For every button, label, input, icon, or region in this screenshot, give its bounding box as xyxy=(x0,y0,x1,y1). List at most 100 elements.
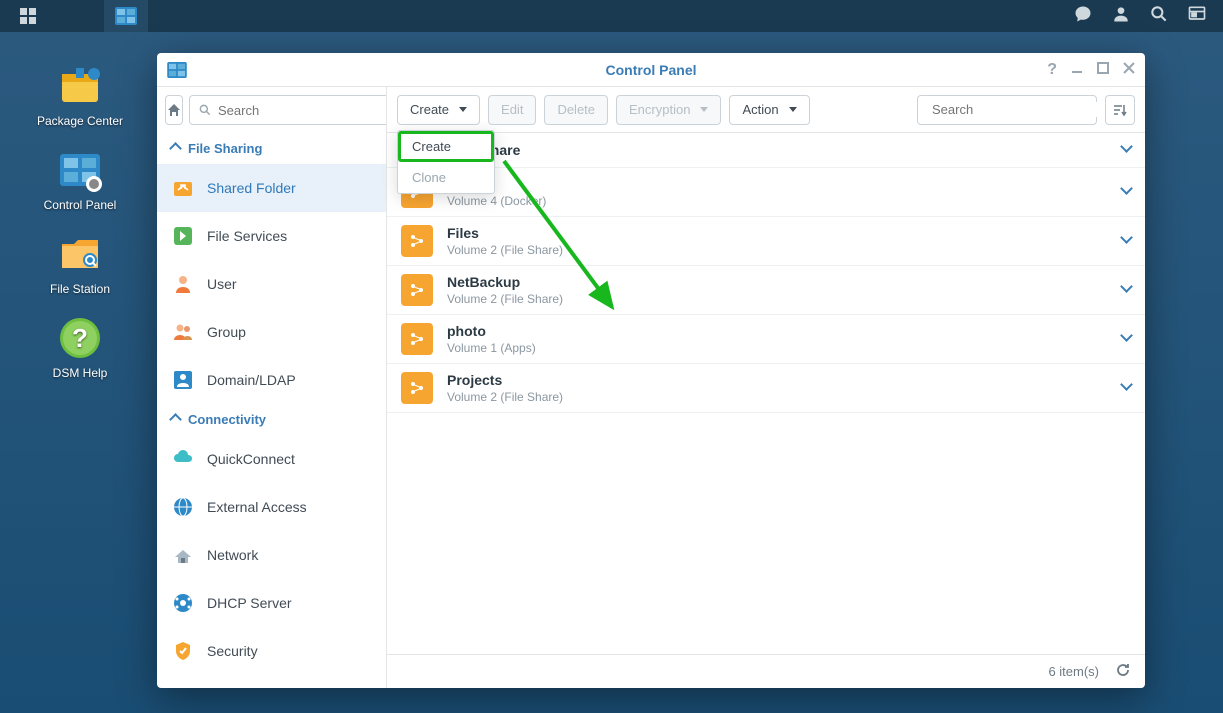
taskbar-app-control-panel[interactable] xyxy=(104,0,148,32)
window-app-icon xyxy=(167,62,187,78)
folder-name: NetBackup xyxy=(447,274,1108,290)
minimize-button[interactable] xyxy=(1071,61,1083,79)
sidebar-item-label: Group xyxy=(207,324,246,340)
desktop-icon-label: Package Center xyxy=(37,114,123,128)
sidebar-home-button[interactable] xyxy=(165,95,183,125)
item-count: 6 item(s) xyxy=(1048,664,1099,679)
sidebar-item-label: User xyxy=(207,276,237,292)
sidebar-item-external-access[interactable]: External Access xyxy=(157,483,386,531)
quickconnect-icon xyxy=(171,447,195,471)
sidebar-item-label: File Services xyxy=(207,228,287,244)
sidebar-search-input[interactable] xyxy=(218,103,387,118)
desktop-icon-dsm-help[interactable]: ? DSM Help xyxy=(53,314,108,380)
folder-name: share xyxy=(447,142,1108,158)
sidebar-item-label: DHCP Server xyxy=(207,595,292,611)
toolbar: Create Edit Delete Encryption Action xyxy=(387,87,1145,133)
sidebar-item-dhcp-server[interactable]: DHCP Server xyxy=(157,579,386,627)
list-item[interactable]: Projects Volume 2 (File Share) xyxy=(387,364,1145,413)
folder-list: share dockerVolume 4 (Docker) Files Volum… xyxy=(387,133,1145,654)
group-icon xyxy=(171,320,195,344)
shared-folder-icon xyxy=(171,176,195,200)
create-dropdown: Create Clone xyxy=(397,130,495,194)
sidebar-search[interactable] xyxy=(189,95,387,125)
dropdown-create[interactable]: Create xyxy=(398,131,494,162)
sidebar-item-label: Network xyxy=(207,547,258,563)
user-icon[interactable] xyxy=(1111,4,1131,29)
chat-icon[interactable] xyxy=(1073,4,1093,29)
list-item[interactable]: dockerVolume 4 (Docker) xyxy=(387,168,1145,217)
list-item[interactable]: photo Volume 1 (Apps) xyxy=(387,315,1145,364)
sidebar-item-group[interactable]: Group xyxy=(157,308,386,356)
desktop-icon-label: DSM Help xyxy=(53,366,108,380)
sidebar-item-shared-folder[interactable]: Shared Folder xyxy=(157,164,386,212)
folder-sub: Volume 4 (Docker) xyxy=(447,194,1108,208)
sidebar-item-label: Security xyxy=(207,643,258,659)
file-services-icon xyxy=(171,224,195,248)
sidebar-item-label: Shared Folder xyxy=(207,180,296,196)
action-button[interactable]: Action xyxy=(729,95,809,125)
list-item[interactable]: NetBackup Volume 2 (File Share) xyxy=(387,266,1145,315)
search-icon[interactable] xyxy=(1149,4,1169,29)
main-panel: Create Edit Delete Encryption Action Cre… xyxy=(387,87,1145,688)
main-search[interactable] xyxy=(917,95,1097,125)
sidebar-item-network[interactable]: Network xyxy=(157,531,386,579)
sidebar-item-quickconnect[interactable]: QuickConnect xyxy=(157,435,386,483)
list-item[interactable]: Files Volume 2 (File Share) xyxy=(387,217,1145,266)
maximize-button[interactable] xyxy=(1097,61,1109,79)
sidebar-item-security[interactable]: Security xyxy=(157,627,386,675)
folder-name: photo xyxy=(447,323,1108,339)
apps-menu-button[interactable] xyxy=(8,0,48,32)
dropdown-clone[interactable]: Clone xyxy=(398,162,494,193)
create-button[interactable]: Create xyxy=(397,95,480,125)
folder-name: Projects xyxy=(447,372,1108,388)
sidebar: File Sharing Shared Folder File Services… xyxy=(157,87,387,688)
desktop-icon-file-station[interactable]: File Station xyxy=(50,230,110,296)
security-icon xyxy=(171,639,195,663)
user-icon xyxy=(171,272,195,296)
external-icon xyxy=(171,495,195,519)
sidebar-item-label: QuickConnect xyxy=(207,451,295,467)
desktop-icon-label: File Station xyxy=(50,282,110,296)
chevron-down-icon xyxy=(1122,379,1131,397)
sidebar-item-label: External Access xyxy=(207,499,307,515)
folder-sub: Volume 1 (Apps) xyxy=(447,341,1108,355)
window-title: Control Panel xyxy=(605,62,696,78)
sidebar-item-file-services[interactable]: File Services xyxy=(157,212,386,260)
taskbar xyxy=(0,0,1223,32)
folder-icon xyxy=(401,274,433,306)
folder-icon xyxy=(401,372,433,404)
main-search-input[interactable] xyxy=(932,102,1108,117)
folder-sub: Volume 2 (File Share) xyxy=(447,292,1108,306)
help-button[interactable]: ? xyxy=(1047,61,1057,79)
desktop-icon-package-center[interactable]: Package Center xyxy=(37,62,123,128)
refresh-button[interactable] xyxy=(1115,662,1131,681)
sort-button[interactable] xyxy=(1105,95,1135,125)
titlebar: Control Panel ? xyxy=(157,53,1145,87)
sidebar-group-connectivity[interactable]: Connectivity xyxy=(157,404,386,435)
sidebar-item-domain-ldap[interactable]: Domain/LDAP xyxy=(157,356,386,404)
encryption-button[interactable]: Encryption xyxy=(616,95,721,125)
close-button[interactable] xyxy=(1123,61,1135,79)
sidebar-group-file-sharing[interactable]: File Sharing xyxy=(157,133,386,164)
widgets-icon[interactable] xyxy=(1187,4,1207,29)
delete-button[interactable]: Delete xyxy=(544,95,608,125)
folder-name: Files xyxy=(447,225,1108,241)
folder-icon xyxy=(401,225,433,257)
statusbar: 6 item(s) xyxy=(387,654,1145,688)
sidebar-item-user[interactable]: User xyxy=(157,260,386,308)
chevron-down-icon xyxy=(1122,183,1131,201)
chevron-down-icon xyxy=(1122,281,1131,299)
desktop-icon-control-panel[interactable]: Control Panel xyxy=(44,146,117,212)
control-panel-window: Control Panel ? File Sharing Sh xyxy=(157,53,1145,688)
edit-button[interactable]: Edit xyxy=(488,95,536,125)
dhcp-icon xyxy=(171,591,195,615)
chevron-down-icon xyxy=(1122,141,1131,159)
desktop-icon-label: Control Panel xyxy=(44,198,117,212)
folder-sub: Volume 2 (File Share) xyxy=(447,390,1108,404)
folder-icon xyxy=(401,323,433,355)
chevron-down-icon xyxy=(1122,232,1131,250)
list-item[interactable]: share xyxy=(387,133,1145,168)
search-icon xyxy=(198,103,212,117)
folder-sub: Volume 2 (File Share) xyxy=(447,243,1108,257)
sidebar-item-label: Domain/LDAP xyxy=(207,372,296,388)
